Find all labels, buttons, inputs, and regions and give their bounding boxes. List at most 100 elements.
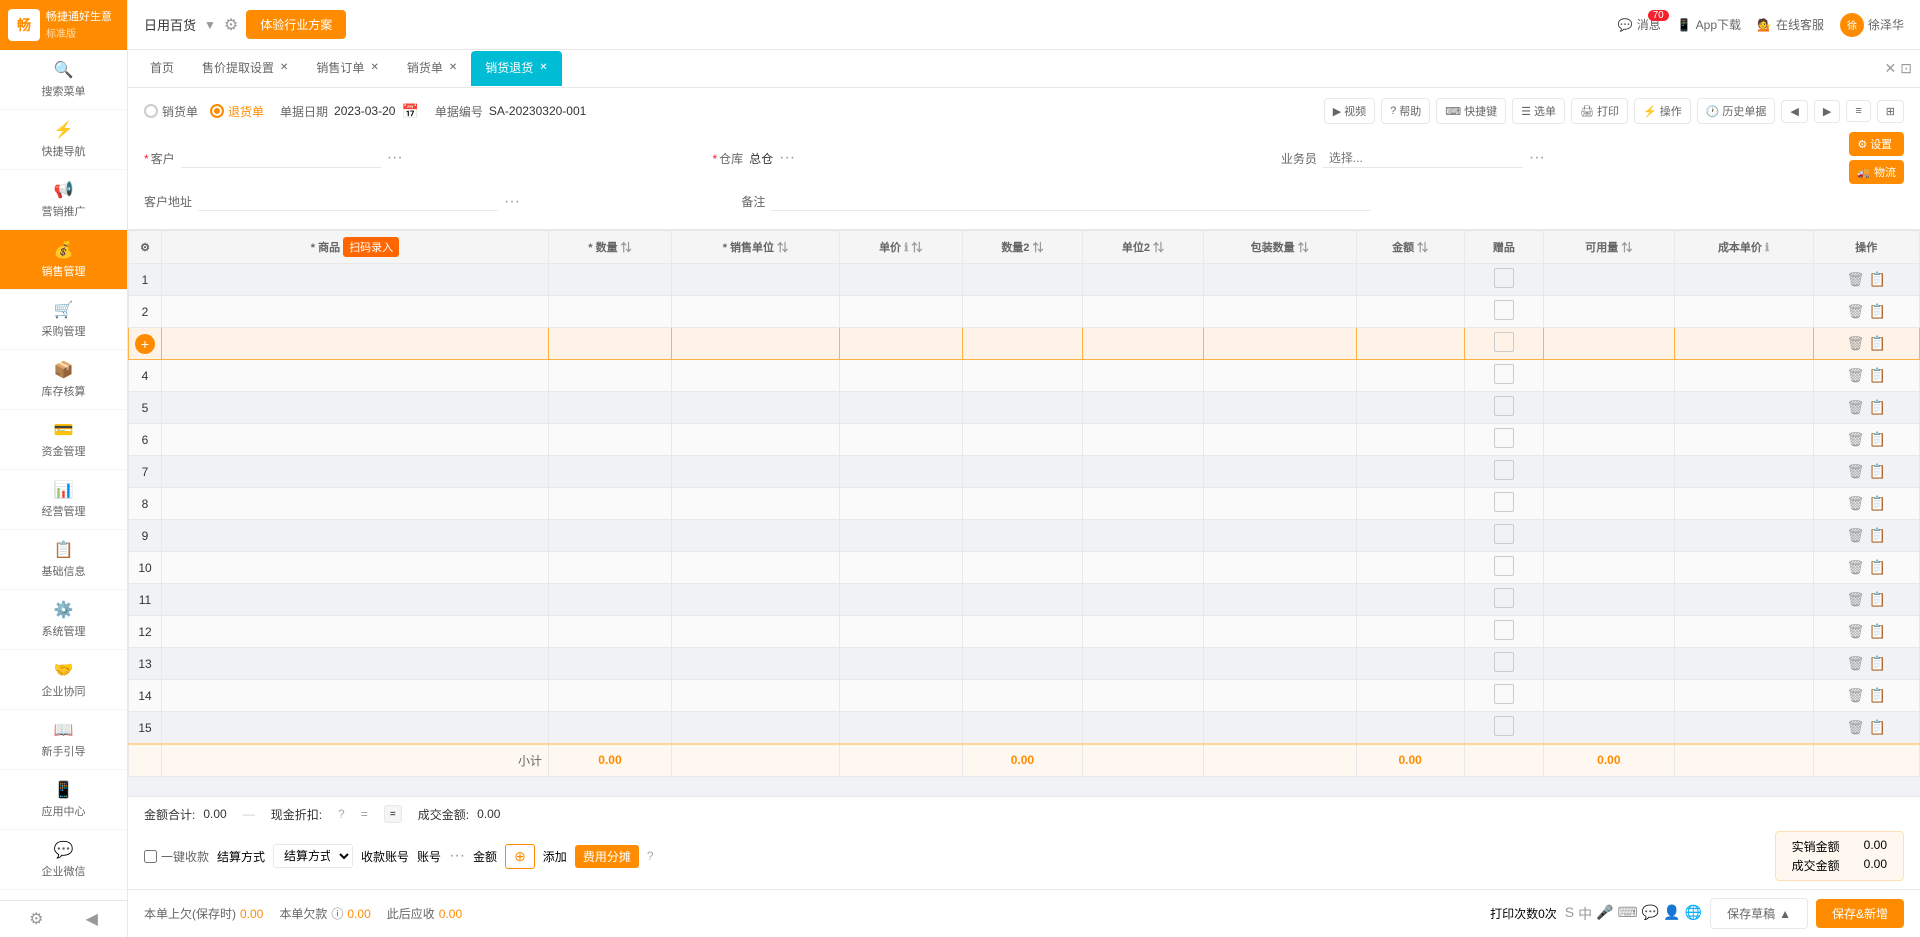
amount-cell[interactable] <box>1356 456 1464 488</box>
amount-cell[interactable] <box>1356 264 1464 296</box>
gift-checkbox[interactable] <box>1494 620 1514 640</box>
tab-price-setting[interactable]: 售价提取设置 ✕ <box>188 51 302 86</box>
amount-cell[interactable] <box>1356 424 1464 456</box>
tab-restore-btn[interactable]: ⊡ <box>1900 60 1912 77</box>
gift-cell[interactable] <box>1464 264 1543 296</box>
product-cell[interactable] <box>162 328 549 360</box>
quantity2-cell[interactable] <box>962 552 1083 584</box>
unit-price-cell[interactable] <box>839 680 962 712</box>
product-cell[interactable] <box>162 680 549 712</box>
unit-price-cell[interactable] <box>839 488 962 520</box>
gift-checkbox[interactable] <box>1494 332 1514 352</box>
th-quantity-sort[interactable]: ⇅ <box>621 242 632 254</box>
quantity-cell[interactable] <box>548 616 671 648</box>
unit-price-cell[interactable] <box>839 552 962 584</box>
package-qty-cell[interactable] <box>1203 712 1356 745</box>
amount-cell[interactable] <box>1356 520 1464 552</box>
sidebar-item-system[interactable]: ⚙️ 系统管理 <box>0 590 127 650</box>
amount-cell[interactable] <box>1356 552 1464 584</box>
available-cell[interactable] <box>1544 488 1674 520</box>
sidebar-settings-btn[interactable]: ⚙ <box>29 909 43 929</box>
add-row-btn[interactable]: + <box>135 334 155 354</box>
quantity-cell[interactable] <box>548 296 671 328</box>
gift-checkbox[interactable] <box>1494 428 1514 448</box>
delete-row-btn[interactable]: 🗑 <box>1847 591 1865 608</box>
product-cell[interactable] <box>162 392 549 424</box>
address-input[interactable] <box>198 192 498 211</box>
product-cell[interactable] <box>162 488 549 520</box>
gift-checkbox[interactable] <box>1494 556 1514 576</box>
th-package-qty-sort[interactable]: ⇅ <box>1298 242 1309 254</box>
sales-unit-cell[interactable] <box>671 328 839 360</box>
gift-cell[interactable] <box>1464 392 1543 424</box>
copy-row-btn[interactable]: 📋 <box>1868 655 1885 672</box>
gift-cell[interactable] <box>1464 616 1543 648</box>
cost-price-cell[interactable] <box>1674 712 1813 745</box>
nav-prev-btn[interactable]: ◀ <box>1781 100 1807 123</box>
th-unit-price-sort[interactable]: ⇅ <box>911 242 922 254</box>
sales-unit-cell[interactable] <box>671 456 839 488</box>
unit2-cell[interactable] <box>1083 520 1204 552</box>
available-cell[interactable] <box>1544 328 1674 360</box>
sales-unit-cell[interactable] <box>671 360 839 392</box>
available-cell[interactable] <box>1544 424 1674 456</box>
bottom-icon-7[interactable]: 🌐 <box>1685 904 1702 924</box>
quantity2-cell[interactable] <box>962 328 1083 360</box>
unit-price-cell[interactable] <box>839 328 962 360</box>
quantity-cell[interactable] <box>548 360 671 392</box>
package-qty-cell[interactable] <box>1203 520 1356 552</box>
quantity2-cell[interactable] <box>962 456 1083 488</box>
settings-side-btn[interactable]: ⚙ 设置 <box>1849 132 1904 156</box>
product-cell[interactable] <box>162 296 549 328</box>
delete-row-btn[interactable]: 🗑 <box>1847 463 1865 480</box>
product-cell[interactable] <box>162 552 549 584</box>
available-cell[interactable] <box>1544 264 1674 296</box>
quantity2-cell[interactable] <box>962 424 1083 456</box>
quantity2-cell[interactable] <box>962 712 1083 745</box>
available-cell[interactable] <box>1544 680 1674 712</box>
package-qty-cell[interactable] <box>1203 360 1356 392</box>
unit2-cell[interactable] <box>1083 616 1204 648</box>
sidebar-collapse-btn[interactable]: ◀ <box>86 909 98 929</box>
unit2-cell[interactable] <box>1083 648 1204 680</box>
unit-price-cell[interactable] <box>839 520 962 552</box>
quantity-cell[interactable] <box>548 648 671 680</box>
package-qty-cell[interactable] <box>1203 584 1356 616</box>
amount-cell[interactable] <box>1356 616 1464 648</box>
cost-price-cell[interactable] <box>1674 520 1813 552</box>
sidebar-item-member[interactable]: 👑 畅会员 <box>0 890 127 900</box>
copy-row-btn[interactable]: 📋 <box>1868 495 1885 512</box>
unit2-cell[interactable] <box>1083 328 1204 360</box>
sidebar-item-shortcuts[interactable]: ⚡ 快捷导航 <box>0 110 127 170</box>
nav-next-btn[interactable]: ▶ <box>1814 100 1840 123</box>
amount-cell[interactable] <box>1356 584 1464 616</box>
copy-row-btn[interactable]: 📋 <box>1868 303 1885 320</box>
sidebar-item-basics[interactable]: 📋 基础信息 <box>0 530 127 590</box>
gift-cell[interactable] <box>1464 424 1543 456</box>
calendar-icon[interactable]: 📅 <box>401 103 418 120</box>
quantity-cell[interactable] <box>548 712 671 745</box>
sales-unit-cell[interactable] <box>671 552 839 584</box>
unit2-cell[interactable] <box>1083 456 1204 488</box>
cost-price-cell[interactable] <box>1674 552 1813 584</box>
quantity2-cell[interactable] <box>962 616 1083 648</box>
unit2-cell[interactable] <box>1083 296 1204 328</box>
th-amount-sort[interactable]: ⇅ <box>1417 242 1428 254</box>
copy-row-btn[interactable]: 📋 <box>1868 719 1885 736</box>
tab-sales-return[interactable]: 销货退货 ✕ <box>471 51 561 86</box>
unit2-cell[interactable] <box>1083 264 1204 296</box>
product-cell[interactable] <box>162 712 549 745</box>
cost-price-cell[interactable] <box>1674 424 1813 456</box>
gift-cell[interactable] <box>1464 296 1543 328</box>
sales-unit-cell[interactable] <box>671 680 839 712</box>
gift-checkbox[interactable] <box>1494 460 1514 480</box>
package-qty-cell[interactable] <box>1203 392 1356 424</box>
th-available-sort[interactable]: ⇅ <box>1621 242 1632 254</box>
copy-row-btn[interactable]: 📋 <box>1868 687 1885 704</box>
gift-checkbox[interactable] <box>1494 492 1514 512</box>
unit-price-cell[interactable] <box>839 360 962 392</box>
tab-sales-return-close[interactable]: ✕ <box>539 62 547 73</box>
delete-row-btn[interactable]: 🗑 <box>1847 719 1865 736</box>
copy-row-btn[interactable]: 📋 <box>1868 623 1885 640</box>
available-cell[interactable] <box>1544 392 1674 424</box>
